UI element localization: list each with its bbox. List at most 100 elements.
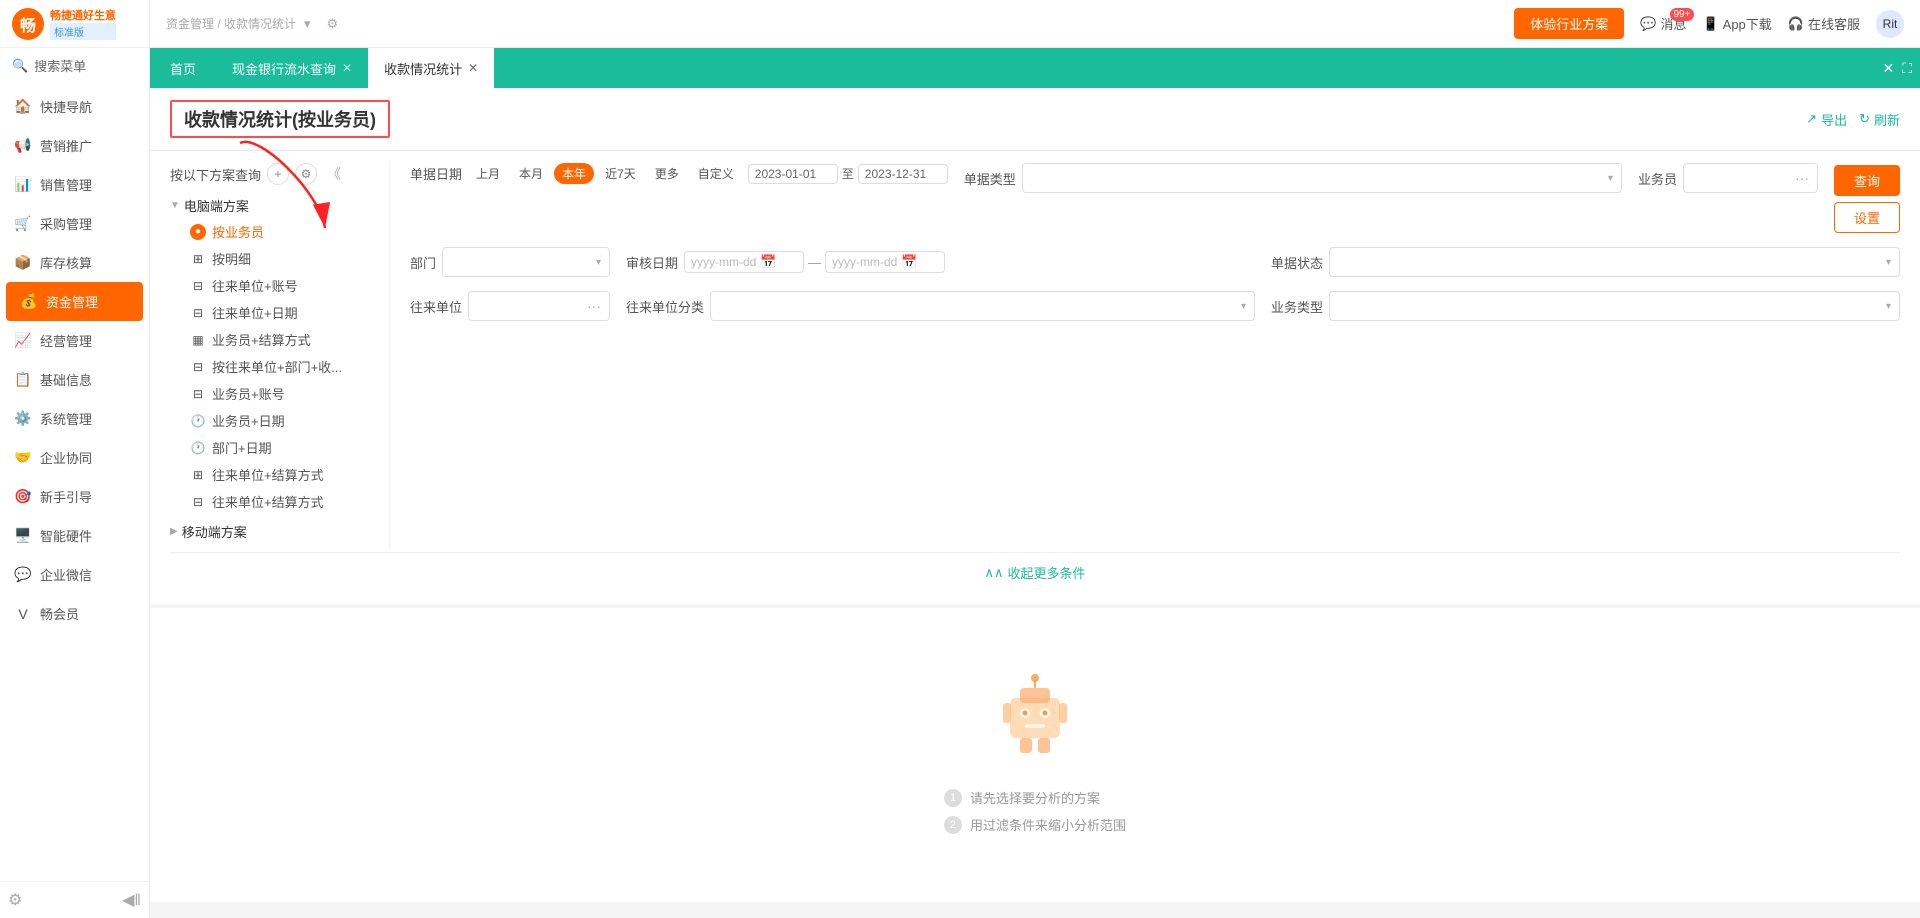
sidebar-item-inventory[interactable]: 📦 库存核算 xyxy=(0,243,149,282)
tab-bank-flow[interactable]: 现金银行流水查询 ✕ xyxy=(216,48,368,88)
sidebar-item-hardware[interactable]: 🖥️ 智能硬件 xyxy=(0,516,149,555)
refresh-label: 刷新 xyxy=(1874,110,1900,129)
tab-collection-stat-label: 收款情况统计 xyxy=(384,59,462,78)
tab-collection-stat-close[interactable]: ✕ xyxy=(468,61,478,75)
sidebar-item-member[interactable]: V 畅会员 xyxy=(0,594,149,633)
sidebar-item-label: 系统管理 xyxy=(40,409,92,428)
date-tab-last7[interactable]: 近7天 xyxy=(597,163,644,184)
sidebar-item-wechat[interactable]: 💬 企业微信 xyxy=(0,555,149,594)
pc-group: ▼ 电脑端方案 ● 按业务员 ⊞ 按明细 xyxy=(170,193,377,515)
expand-icon[interactable]: ▾ xyxy=(304,16,311,32)
counterpart-class-input[interactable]: ▾ xyxy=(710,291,1255,321)
set-button[interactable]: 设置 xyxy=(1834,202,1900,233)
salesperson-account-icon: ⊟ xyxy=(190,386,206,402)
header-right: 体验行业方案 💬 消息 99+ 📱 App下载 🎧 在线客服 Rit xyxy=(1514,8,1904,39)
mobile-tree-expand-icon: ▶ xyxy=(170,526,178,537)
date-end-input[interactable]: 2023-12-31 xyxy=(858,164,948,184)
user-avatar[interactable]: Rit xyxy=(1876,10,1904,38)
settings-gear-icon[interactable]: ⚙ xyxy=(327,16,339,32)
notification-btn[interactable]: 💬 消息 99+ xyxy=(1640,14,1686,33)
tree-item-by-salesperson-method[interactable]: ▦ 业务员+结算方式 xyxy=(170,326,377,353)
tab-bank-flow-close[interactable]: ✕ xyxy=(342,61,352,75)
sidebar-item-label: 销售管理 xyxy=(40,175,92,194)
online-service-btn[interactable]: 🎧 在线客服 xyxy=(1788,14,1860,33)
home-icon: 🏠 xyxy=(14,98,32,116)
tree-item-by-salesperson-account[interactable]: ⊟ 业务员+账号 xyxy=(170,380,377,407)
base-info-icon: 📋 xyxy=(14,371,32,389)
collapse-scheme-icon[interactable]: 《 xyxy=(327,164,341,184)
bill-type-field: 单据类型 ▾ xyxy=(964,163,1622,193)
date-tab-this-month[interactable]: 本月 xyxy=(511,163,551,184)
review-date-field: 审核日期 yyyy-mm-dd 📅 — yyyy-mm-dd xyxy=(626,251,1255,273)
sidebar-item-finance[interactable]: 💰 资金管理 xyxy=(6,282,143,321)
window-close-icon[interactable]: ✕ xyxy=(1882,60,1894,77)
sidebar-item-system[interactable]: ⚙️ 系统管理 xyxy=(0,399,149,438)
logo-text: 畅捷通好生意 xyxy=(50,7,116,23)
mobile-group-header[interactable]: ▶ 移动端方案 xyxy=(170,519,377,544)
sidebar-item-operation[interactable]: 📈 经营管理 xyxy=(0,321,149,360)
sidebar-item-base-info[interactable]: 📋 基础信息 xyxy=(0,360,149,399)
bill-status-input[interactable]: ▾ xyxy=(1329,247,1900,277)
review-date-end-placeholder: yyyy-mm-dd xyxy=(832,255,897,269)
trial-button[interactable]: 体验行业方案 xyxy=(1514,8,1624,39)
counterpart-more-icon: ··· xyxy=(587,298,601,314)
sidebar-item-marketing[interactable]: 📢 营销推广 xyxy=(0,126,149,165)
app-download-btn[interactable]: 📱 App下载 xyxy=(1702,14,1771,33)
sidebar-item-quick-nav[interactable]: 🏠 快捷导航 xyxy=(0,87,149,126)
review-date-end-input[interactable]: yyyy-mm-dd 📅 xyxy=(825,251,945,273)
marketing-icon: 📢 xyxy=(14,137,32,155)
date-start-input[interactable]: 2023-01-01 xyxy=(748,164,838,184)
collapse-sidebar-icon[interactable]: ◀‖ xyxy=(122,890,141,910)
filter-row-1: 单据日期 上月 本月 本年 近7天 更多 自定义 xyxy=(410,163,1900,233)
sidebar-nav: 🏠 快捷导航 📢 营销推广 📊 销售管理 🛒 采购管理 📦 库存核算 💰 xyxy=(0,83,149,881)
tab-home[interactable]: 首页 xyxy=(150,48,216,88)
counterpart-label: 往来单位 xyxy=(410,297,462,316)
review-date-start-calendar-icon[interactable]: 📅 xyxy=(760,254,776,270)
export-btn[interactable]: ↗ 导出 xyxy=(1806,110,1847,129)
bill-type-input[interactable]: ▾ xyxy=(1022,163,1622,193)
tree-item-by-salesperson-date[interactable]: 🕐 业务员+日期 xyxy=(170,407,377,434)
collapse-bar[interactable]: ∧∧ 收起更多条件 xyxy=(170,552,1900,592)
dept-input[interactable]: ▾ xyxy=(442,247,610,277)
sidebar-item-purchase[interactable]: 🛒 采购管理 xyxy=(0,204,149,243)
tree-item-by-unit-method1[interactable]: ⊞ 往来单位+结算方式 xyxy=(170,461,377,488)
tree-item-by-unit-account[interactable]: ⊟ 往来单位+账号 xyxy=(170,272,377,299)
sidebar-item-label: 资金管理 xyxy=(46,292,98,311)
date-tab-this-year[interactable]: 本年 xyxy=(554,163,594,184)
date-tab-prev-month[interactable]: 上月 xyxy=(468,163,508,184)
pc-group-header[interactable]: ▼ 电脑端方案 xyxy=(170,193,377,218)
service-icon: 🎧 xyxy=(1788,16,1804,32)
date-tab-more[interactable]: 更多 xyxy=(647,163,687,184)
sidebar-item-guide[interactable]: 🎯 新手引导 xyxy=(0,477,149,516)
hardware-icon: 🖥️ xyxy=(14,527,32,545)
page-title: 收款情况统计(按业务员) xyxy=(184,110,376,130)
review-date-start-input[interactable]: yyyy-mm-dd 📅 xyxy=(684,251,804,273)
sidebar-bottom: ⚙ ◀‖ xyxy=(0,881,149,918)
tree-item-by-detail[interactable]: ⊞ 按明细 xyxy=(170,245,377,272)
settings-icon[interactable]: ⚙ xyxy=(8,890,22,910)
header-left: 资金管理 / 收款情况统计 ▾ ⚙ xyxy=(166,15,338,32)
sidebar-item-sales[interactable]: 📊 销售管理 xyxy=(0,165,149,204)
sales-icon: 📊 xyxy=(14,176,32,194)
sidebar-item-label: 企业微信 xyxy=(40,565,92,584)
refresh-btn[interactable]: ↻ 刷新 xyxy=(1859,110,1900,129)
counterpart-input[interactable]: ··· xyxy=(468,291,610,321)
business-type-input[interactable]: ▾ xyxy=(1329,291,1900,321)
scheme-label: 按以下方案查询 xyxy=(170,165,261,184)
add-scheme-btn[interactable]: + xyxy=(267,163,289,185)
tab-collection-stat[interactable]: 收款情况统计 ✕ xyxy=(368,48,494,88)
tree-item-by-dept-date[interactable]: 🕐 部门+日期 xyxy=(170,434,377,461)
review-date-end-calendar-icon[interactable]: 📅 xyxy=(901,254,917,270)
window-maximize-icon[interactable]: ⛶ xyxy=(1902,60,1912,77)
date-tab-custom[interactable]: 自定义 xyxy=(690,163,742,184)
search-icon: 🔍 xyxy=(12,58,28,74)
tree-item-by-unit-date[interactable]: ⊟ 往来单位+日期 xyxy=(170,299,377,326)
salesperson-input[interactable]: ··· xyxy=(1683,163,1818,193)
tree-item-by-salesperson[interactable]: ● 按业务员 xyxy=(170,218,377,245)
sidebar-item-enterprise[interactable]: 🤝 企业协同 xyxy=(0,438,149,477)
tree-item-by-unit-dept[interactable]: ⊟ 按往来单位+部门+收... xyxy=(170,353,377,380)
tree-item-by-unit-method2[interactable]: ⊟ 往来单位+结算方式 xyxy=(170,488,377,515)
query-button[interactable]: 查询 xyxy=(1834,165,1900,196)
manage-scheme-btn[interactable]: ⚙ xyxy=(295,163,317,185)
sidebar-search[interactable]: 🔍 搜索菜单 xyxy=(0,48,149,83)
